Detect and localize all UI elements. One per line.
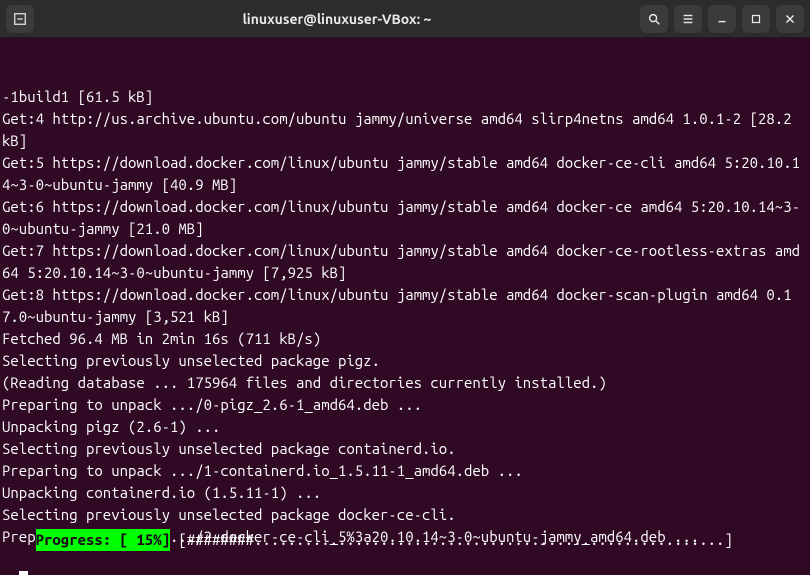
progress-bar-fill: ######## [187, 531, 254, 548]
window-titlebar: linuxuser@linuxuser-VBox: ~ [0, 0, 810, 38]
window-maximize-button[interactable] [742, 5, 770, 33]
progress-label: Progress: [ 15%] [36, 529, 170, 551]
terminal-output: -1build1 [61.5 kB] Get:4 http://us.archi… [2, 86, 808, 548]
new-tab-button[interactable] [6, 5, 34, 33]
window-minimize-button[interactable] [708, 5, 736, 33]
progress-bar-empty: ........................................… [254, 531, 724, 548]
progress-bar: [########...............................… [170, 529, 733, 551]
progress-row: Progress: [ 15%] [########..............… [0, 507, 810, 575]
hamburger-menu-button[interactable] [674, 5, 702, 33]
terminal-area[interactable]: -1build1 [61.5 kB] Get:4 http://us.archi… [0, 38, 810, 575]
search-button[interactable] [640, 5, 668, 33]
window-title: linuxuser@linuxuser-VBox: ~ [40, 8, 634, 30]
window-close-button[interactable] [776, 5, 804, 33]
